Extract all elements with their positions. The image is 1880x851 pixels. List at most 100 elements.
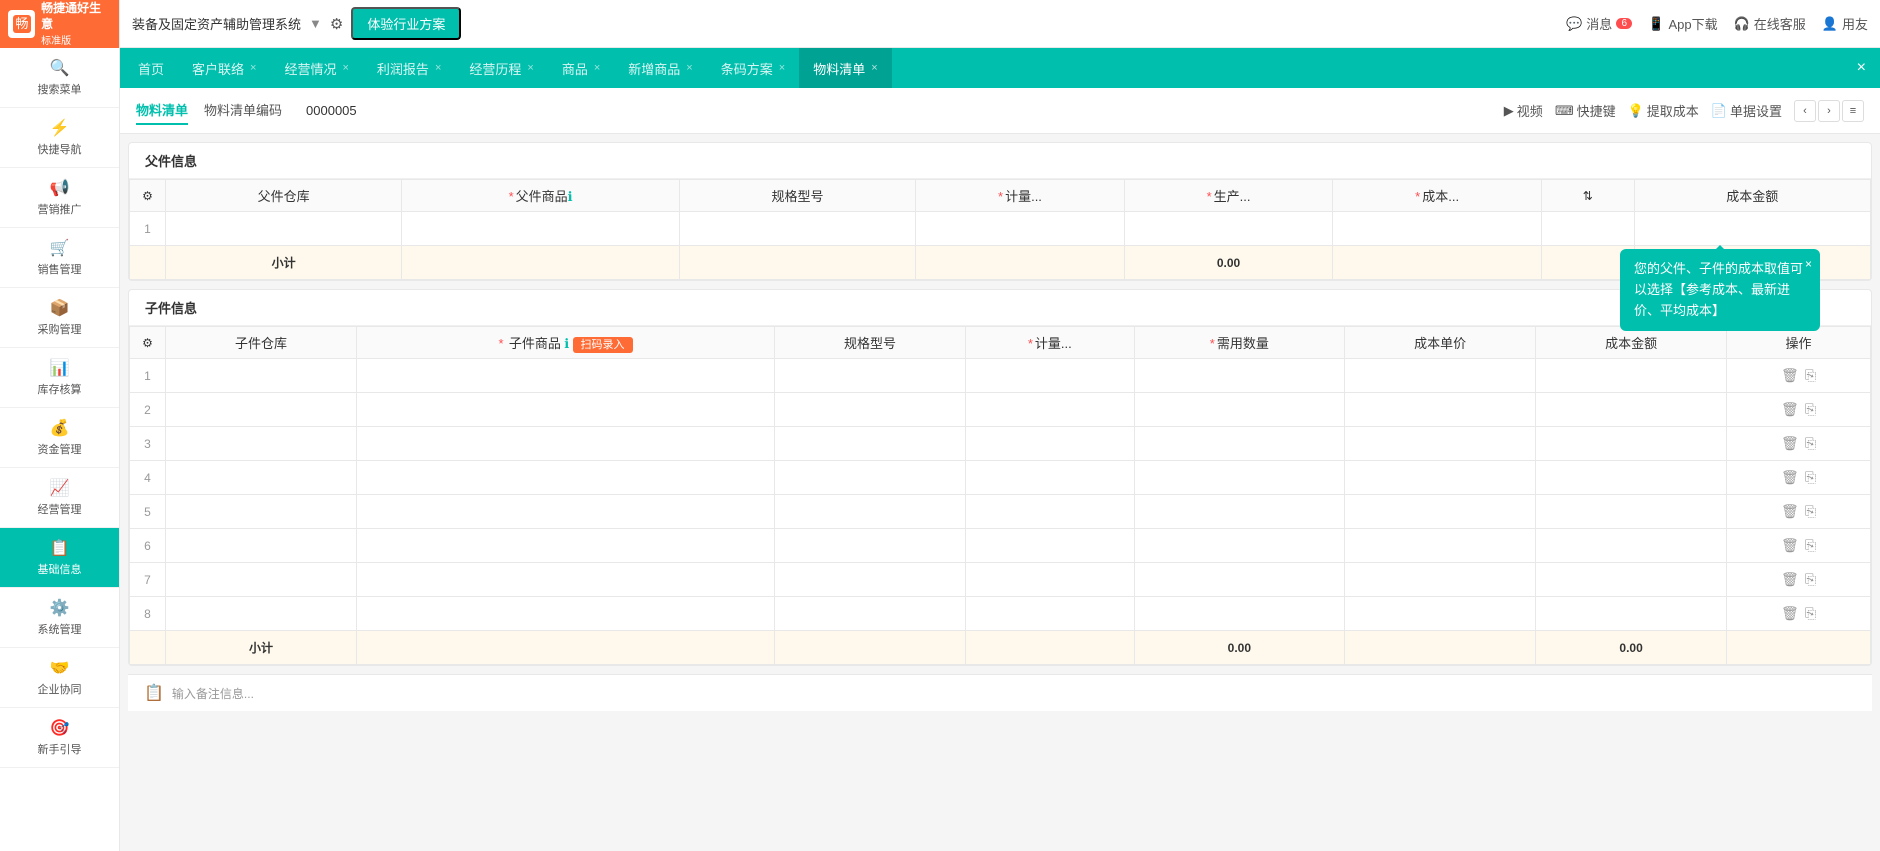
parent-product-cell[interactable] — [402, 212, 680, 246]
extract-cost-btn[interactable]: 💡 提取成本 — [1628, 101, 1699, 120]
sidebar-item-search[interactable]: 🔍 搜索菜单 — [0, 48, 119, 108]
online-service-button[interactable]: 🎧 在线客服 — [1734, 14, 1806, 33]
parent-spec-cell[interactable] — [679, 212, 915, 246]
child-qty-cell[interactable] — [1134, 427, 1345, 461]
child-spec-cell[interactable] — [775, 359, 966, 393]
child-spec-cell[interactable] — [775, 461, 966, 495]
child-spec-cell[interactable] — [775, 427, 966, 461]
prev-arrow[interactable]: ‹ — [1794, 100, 1816, 122]
child-qty-cell[interactable] — [1134, 461, 1345, 495]
shortcut-btn[interactable]: ⌨ 快捷键 — [1555, 101, 1616, 120]
child-qty-cell[interactable] — [1134, 529, 1345, 563]
tab-goods[interactable]: 商品 × — [548, 48, 614, 88]
child-unit-cell[interactable] — [966, 597, 1135, 631]
message-button[interactable]: 💬 消息 6 — [1566, 14, 1632, 33]
delete-icon[interactable]: 🗑 — [1781, 401, 1799, 418]
copy-icon[interactable]: ⎘ — [1805, 503, 1816, 520]
sub-tab-code[interactable]: 物料清单编码 — [204, 96, 282, 125]
sidebar-item-system[interactable]: ⚙️ 系统管理 — [0, 588, 119, 648]
parent-unit-cell[interactable] — [916, 212, 1125, 246]
child-unit-cost-cell[interactable] — [1345, 393, 1536, 427]
child-unit-cell[interactable] — [966, 393, 1135, 427]
child-unit-cost-cell[interactable] — [1345, 529, 1536, 563]
child-product-cell[interactable] — [356, 427, 774, 461]
copy-icon[interactable]: ⎘ — [1805, 367, 1816, 384]
sidebar-item-basicinfo[interactable]: 📋 基础信息 — [0, 528, 119, 588]
tab-close-icon[interactable]: × — [250, 62, 256, 74]
sidebar-item-quicknav[interactable]: ⚡ 快捷导航 — [0, 108, 119, 168]
parent-warehouse-cell[interactable] — [166, 212, 402, 246]
child-unit-cell[interactable] — [966, 359, 1135, 393]
child-warehouse-cell[interactable] — [166, 529, 357, 563]
child-product-cell[interactable] — [356, 359, 774, 393]
tab-customer[interactable]: 客户联络 × — [178, 48, 270, 88]
child-unit-cell[interactable] — [966, 495, 1135, 529]
child-unit-cost-cell[interactable] — [1345, 495, 1536, 529]
tab-close-icon[interactable]: × — [342, 62, 348, 74]
child-product-cell[interactable] — [356, 461, 774, 495]
delete-icon[interactable]: 🗑 — [1781, 435, 1799, 452]
tab-close-icon[interactable]: × — [594, 62, 600, 74]
tab-home[interactable]: 首页 — [124, 48, 178, 88]
child-spec-cell[interactable] — [775, 597, 966, 631]
sub-tab-bom[interactable]: 物料清单 — [136, 96, 188, 125]
child-warehouse-cell[interactable] — [166, 393, 357, 427]
child-unit-cost-cell[interactable] — [1345, 597, 1536, 631]
child-unit-cost-cell[interactable] — [1345, 563, 1536, 597]
child-qty-cell[interactable] — [1134, 495, 1345, 529]
child-qty-cell[interactable] — [1134, 563, 1345, 597]
delete-icon[interactable]: 🗑 — [1781, 503, 1799, 520]
child-spec-cell[interactable] — [775, 563, 966, 597]
child-product-cell[interactable] — [356, 563, 774, 597]
child-warehouse-cell[interactable] — [166, 427, 357, 461]
tab-bom[interactable]: 物料清单 × — [799, 48, 891, 88]
next-arrow[interactable]: › — [1818, 100, 1840, 122]
delete-icon[interactable]: 🗑 — [1781, 367, 1799, 384]
nav-close-all[interactable]: × — [1847, 59, 1876, 77]
scan-button[interactable]: 扫码录入 — [573, 337, 633, 353]
tooltip-close-btn[interactable]: × — [1805, 255, 1812, 274]
copy-icon[interactable]: ⎘ — [1805, 401, 1816, 418]
tab-close-icon[interactable]: × — [871, 62, 877, 74]
sidebar-item-operations[interactable]: 📈 经营管理 — [0, 468, 119, 528]
view-btn[interactable]: ▶ 视频 — [1504, 101, 1543, 120]
sidebar-item-marketing[interactable]: 📢 营销推广 — [0, 168, 119, 228]
child-warehouse-cell[interactable] — [166, 563, 357, 597]
child-unit-cost-cell[interactable] — [1345, 359, 1536, 393]
child-product-cell[interactable] — [356, 393, 774, 427]
child-unit-cell[interactable] — [966, 529, 1135, 563]
copy-icon[interactable]: ⎘ — [1805, 605, 1816, 622]
child-spec-cell[interactable] — [775, 393, 966, 427]
tab-close-icon[interactable]: × — [435, 62, 441, 74]
tab-barcode[interactable]: 条码方案 × — [707, 48, 799, 88]
user-button[interactable]: 👤 用友 — [1822, 14, 1868, 33]
child-product-cell[interactable] — [356, 597, 774, 631]
sidebar-item-collab[interactable]: 🤝 企业协同 — [0, 648, 119, 708]
delete-icon[interactable]: 🗑 — [1781, 469, 1799, 486]
delete-icon[interactable]: 🗑 — [1781, 537, 1799, 554]
child-qty-cell[interactable] — [1134, 597, 1345, 631]
parent-production-cell[interactable] — [1124, 212, 1333, 246]
tab-close-icon[interactable]: × — [527, 62, 533, 74]
child-unit-cell[interactable] — [966, 563, 1135, 597]
parent-cost-cell[interactable] — [1333, 212, 1542, 246]
settings-icon[interactable]: ⚙ — [330, 15, 343, 33]
sidebar-item-guide[interactable]: 🎯 新手引导 — [0, 708, 119, 768]
child-spec-cell[interactable] — [775, 495, 966, 529]
copy-icon[interactable]: ⎘ — [1805, 537, 1816, 554]
app-download-button[interactable]: 📱 App下载 — [1648, 14, 1717, 33]
th-child-settings[interactable]: ⚙ — [130, 327, 166, 359]
child-warehouse-cell[interactable] — [166, 359, 357, 393]
child-product-cell[interactable] — [356, 495, 774, 529]
tab-new-goods[interactable]: 新增商品 × — [614, 48, 706, 88]
child-unit-cell[interactable] — [966, 461, 1135, 495]
child-warehouse-cell[interactable] — [166, 461, 357, 495]
tab-close-icon[interactable]: × — [779, 62, 785, 74]
child-unit-cell[interactable] — [966, 427, 1135, 461]
child-product-cell[interactable] — [356, 529, 774, 563]
child-unit-cost-cell[interactable] — [1345, 427, 1536, 461]
copy-icon[interactable]: ⎘ — [1805, 435, 1816, 452]
tab-operations[interactable]: 经营情况 × — [270, 48, 362, 88]
child-qty-cell[interactable] — [1134, 393, 1345, 427]
tab-profit[interactable]: 利润报告 × — [363, 48, 455, 88]
